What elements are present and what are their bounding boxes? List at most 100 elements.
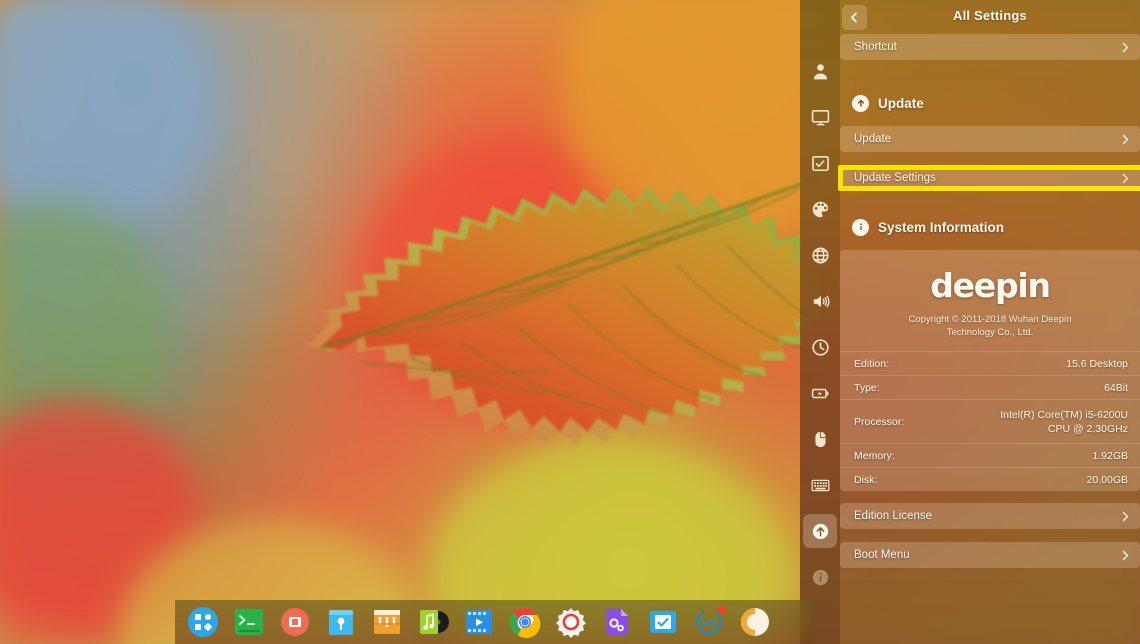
sidebar-item-system-information[interactable] xyxy=(803,560,837,594)
sidebar-item-datetime[interactable] xyxy=(803,330,837,364)
sidebar-item-power[interactable] xyxy=(803,376,837,410)
keyboard-icon xyxy=(811,479,829,491)
settings-row-edition-license[interactable]: Edition License xyxy=(840,503,1140,529)
network-icon xyxy=(811,246,829,264)
deepin-logo: deepin xyxy=(930,266,1051,305)
dock-item-file-manager[interactable] xyxy=(322,603,360,641)
info-key: Disk: xyxy=(854,473,878,486)
datetime-icon xyxy=(811,338,829,356)
settings-row-update-settings[interactable]: Update Settings xyxy=(840,165,1140,191)
info-value: 1.92GB xyxy=(1092,449,1128,462)
sidebar-item-network[interactable] xyxy=(803,238,837,272)
mouse-icon xyxy=(814,431,826,447)
svg-text:US: US xyxy=(702,618,716,629)
sidebar-item-mouse[interactable] xyxy=(803,422,837,456)
dock-item-control-center[interactable] xyxy=(552,603,590,641)
system-info-icon xyxy=(812,569,828,585)
settings-row-update[interactable]: Update xyxy=(840,126,1140,152)
chrome-icon xyxy=(509,607,541,639)
movie-player-icon xyxy=(466,610,492,634)
chevron-right-icon xyxy=(1122,550,1129,560)
terminal-icon xyxy=(235,609,263,635)
personalization-icon xyxy=(812,201,828,217)
power-icon xyxy=(811,388,828,398)
music-player-icon xyxy=(420,610,449,634)
copyright-line-2: Technology Co., Ltd. xyxy=(946,327,1034,338)
dock-item-deepin-tools[interactable] xyxy=(598,603,636,641)
section-title: Update xyxy=(878,95,924,111)
account-icon xyxy=(813,63,827,79)
dock-item-launcher[interactable] xyxy=(184,603,222,641)
display-icon xyxy=(811,109,829,125)
screen-recorder-icon xyxy=(281,608,309,636)
settings-row-label: Update xyxy=(854,133,892,145)
sidebar-item-default-applications[interactable] xyxy=(803,146,837,180)
info-key: Processor: xyxy=(854,415,905,428)
control-center-icon xyxy=(556,608,586,638)
info-row-processor: Processor: Intel(R) Core(TM) i5-6200U CP… xyxy=(840,399,1140,443)
dock-item-chrome[interactable] xyxy=(506,603,544,641)
info-key: Type: xyxy=(854,381,880,394)
section-title: System Information xyxy=(878,219,1005,235)
sidebar-item-display[interactable] xyxy=(803,100,837,134)
chevron-right-icon xyxy=(1122,511,1129,521)
settings-content-column: All Settings Shortcut Update Update Upda… xyxy=(838,0,1140,644)
settings-icon-rail xyxy=(800,0,840,644)
dock-item-input-method[interactable]: US xyxy=(690,603,728,641)
info-key: Memory: xyxy=(854,449,895,462)
chevron-right-icon xyxy=(1122,134,1129,144)
info-icon xyxy=(852,218,869,236)
info-value: 64Bit xyxy=(1104,381,1128,394)
info-value: Intel(R) Core(TM) i5-6200U CPU @ 2.30GHz xyxy=(1000,408,1128,435)
info-value: 20.00GB xyxy=(1086,473,1128,486)
info-row-memory: Memory: 1.92GB xyxy=(840,443,1140,467)
info-row-edition: Edition: 15.6 Desktop xyxy=(840,351,1140,375)
settings-row-shortcut[interactable]: Shortcut xyxy=(840,34,1140,60)
update-icon xyxy=(812,523,828,539)
sidebar-item-update[interactable] xyxy=(803,514,837,548)
sidebar-item-keyboard[interactable] xyxy=(803,468,837,502)
notification-badge xyxy=(718,606,726,614)
dock-item-music-player[interactable] xyxy=(414,603,452,641)
sidebar-item-account[interactable] xyxy=(803,54,837,88)
deepin-manual-icon xyxy=(650,611,676,633)
autumn-leaf-photo xyxy=(300,70,821,510)
section-header-system-information: System Information xyxy=(840,213,1140,241)
settings-row-label: Shortcut xyxy=(854,41,897,53)
app-store-icon xyxy=(374,610,400,634)
settings-row-boot-menu[interactable]: Boot Menu xyxy=(840,542,1140,568)
update-arrow-icon xyxy=(852,94,869,112)
chevron-right-icon xyxy=(1122,173,1129,183)
info-value: 15.6 Desktop xyxy=(1066,357,1128,370)
dock-item-movie-player[interactable] xyxy=(460,603,498,641)
sidebar-item-personalization[interactable] xyxy=(803,192,837,226)
page-title: All Settings xyxy=(953,8,1027,23)
default-applications-icon xyxy=(811,155,829,171)
info-row-disk: Disk: 20.00GB xyxy=(840,467,1140,491)
launcher-icon xyxy=(188,607,218,637)
dock-item-deepin-manual[interactable] xyxy=(644,603,682,641)
chevron-right-icon xyxy=(1122,42,1129,52)
settings-row-label: Edition License xyxy=(854,510,932,522)
info-row-type: Type: 64Bit xyxy=(840,375,1140,399)
taskbar-dock: US xyxy=(175,600,813,644)
dock-item-trash[interactable] xyxy=(736,603,774,641)
dock-item-screen-recorder[interactable] xyxy=(276,603,314,641)
trash-icon xyxy=(741,608,769,636)
all-settings-panel: All Settings Shortcut Update Update Upda… xyxy=(800,0,1140,644)
copyright-line-1: Copyright © 2011-2018 Wuhan Deepin xyxy=(908,314,1072,325)
settings-row-label: Boot Menu xyxy=(854,549,910,561)
settings-header: All Settings xyxy=(840,0,1140,34)
sidebar-item-sound[interactable] xyxy=(803,284,837,318)
dock-item-terminal[interactable] xyxy=(230,603,268,641)
deepin-tools-icon xyxy=(606,609,628,635)
copyright-text: Copyright © 2011-2018 Wuhan Deepin Techn… xyxy=(840,311,1140,351)
file-manager-icon xyxy=(329,610,353,635)
dock-item-app-store[interactable] xyxy=(368,603,406,641)
deepin-logo-container: deepin xyxy=(840,250,1140,311)
info-key: Edition: xyxy=(854,357,890,370)
sound-icon xyxy=(813,295,829,307)
settings-row-label: Update Settings xyxy=(854,172,936,184)
system-information-card: deepin Copyright © 2011-2018 Wuhan Deepi… xyxy=(840,250,1140,491)
section-header-update: Update xyxy=(840,89,1140,117)
